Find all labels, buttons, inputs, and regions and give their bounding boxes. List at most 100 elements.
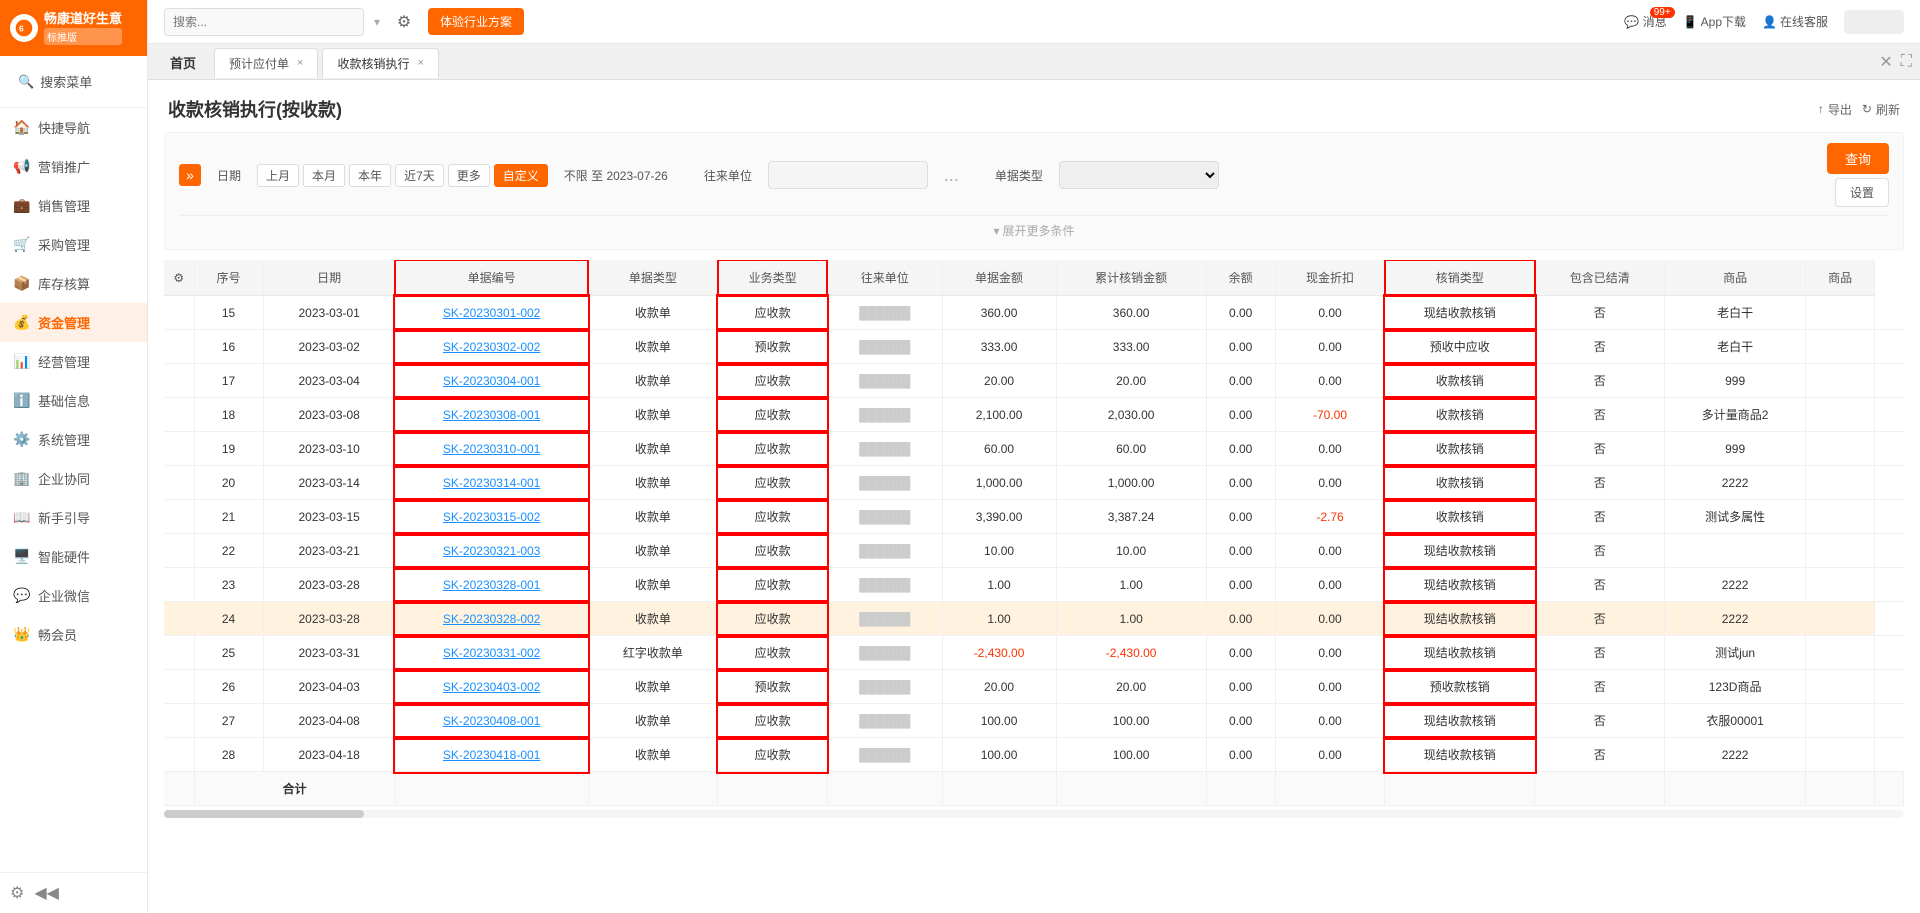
sidebar-item-hardware[interactable]: 🖥️ 智能硬件 (0, 537, 147, 576)
table-container: ⚙ 序号 日期 单据编号 单据类型 业务类型 往来单位 单据金额 累计核销金额 … (164, 260, 1904, 806)
table-cell: 收款单 (588, 500, 718, 534)
table-cell: 应收款 (718, 398, 828, 432)
table-cell: -70.00 (1275, 398, 1385, 432)
date-btn-7days[interactable]: 近7天 (395, 164, 444, 187)
message-btn[interactable]: 💬 消息 99+ (1624, 13, 1666, 30)
table-cell: 应收款 (718, 568, 828, 602)
sidebar-item-wechat[interactable]: 💬 企业微信 (0, 576, 147, 615)
collapse-icon[interactable]: ◀◀ (34, 883, 59, 903)
table-cell[interactable]: SK-20230315-002 (395, 500, 588, 534)
industry-btn[interactable]: 体验行业方案 (428, 8, 524, 35)
date-btn-this-year[interactable]: 本年 (349, 164, 391, 187)
table-cell (164, 670, 194, 704)
table-cell[interactable]: SK-20230328-002 (395, 602, 588, 636)
sidebar-item-basic-info[interactable]: ℹ️ 基础信息 (0, 381, 147, 420)
table-cell (164, 364, 194, 398)
sidebar-item-finance[interactable]: 💰 资金管理 (0, 303, 147, 342)
sidebar-item-purchase[interactable]: 🛒 采购管理 (0, 225, 147, 264)
table-scrollbar[interactable] (164, 810, 1904, 818)
table-cell[interactable]: SK-20230304-001 (395, 364, 588, 398)
sidebar-item-member[interactable]: 👑 畅会员 (0, 615, 147, 654)
topbar-gear-icon[interactable]: ⚙ (390, 8, 418, 36)
table-cell[interactable]: SK-20230310-001 (395, 432, 588, 466)
table-cell: 应收款 (718, 364, 828, 398)
expand-more-link[interactable]: ▾ 展开更多条件 (993, 222, 1074, 239)
table-cell: 0.00 (1206, 670, 1275, 704)
tab-collection-exec-close[interactable]: × (417, 57, 423, 69)
table-cell[interactable]: SK-20230308-001 (395, 398, 588, 432)
footer-cell (164, 772, 194, 806)
table-cell: ██████ (827, 432, 942, 466)
table-row: 242023-03-28SK-20230328-002收款单应收款██████1… (164, 602, 1904, 636)
close-all-tabs-icon[interactable]: ✕ (1879, 52, 1892, 72)
table-cell[interactable]: SK-20230301-002 (395, 296, 588, 330)
topbar-dropdown-icon[interactable]: ▾ (374, 15, 380, 29)
table-cell[interactable]: SK-20230331-002 (395, 636, 588, 670)
tab-home[interactable]: 首页 (156, 47, 210, 78)
settings-btn[interactable]: 设置 (1835, 178, 1889, 207)
partner-filter-input[interactable] (768, 161, 928, 189)
maximize-icon[interactable]: ⛶ (1901, 53, 1912, 71)
table-cell[interactable]: SK-20230408-001 (395, 704, 588, 738)
table-cell: 测试jun (1665, 636, 1806, 670)
table-cell (1806, 466, 1875, 500)
sidebar-item-system[interactable]: ⚙️ 系统管理 (0, 420, 147, 459)
date-btn-this-month[interactable]: 本月 (303, 164, 345, 187)
table-cell[interactable]: SK-20230403-002 (395, 670, 588, 704)
tab-prepayment[interactable]: 预计应付单 × (214, 48, 318, 78)
table-cell[interactable]: SK-20230302-002 (395, 330, 588, 364)
table-cell: 现结收款核销 (1385, 704, 1535, 738)
table-cell[interactable]: SK-20230418-001 (395, 738, 588, 772)
table-cell: 21 (194, 500, 263, 534)
sidebar-item-marketing[interactable]: 📢 营销推广 (0, 147, 147, 186)
sidebar-item-quick-nav[interactable]: 🏠 快捷导航 (0, 108, 147, 147)
query-btn[interactable]: 查询 (1827, 143, 1889, 174)
refresh-btn[interactable]: ↻ 刷新 (1862, 101, 1900, 118)
table-cell: 19 (194, 432, 263, 466)
search-menu-item[interactable]: 🔍 搜索菜单 (8, 64, 139, 99)
table-cell: 红字收款单 (588, 636, 718, 670)
date-btn-more[interactable]: 更多 (448, 164, 490, 187)
app-download-btn[interactable]: 📱 App下载 (1683, 13, 1746, 30)
table-cell: 20.00 (1056, 670, 1206, 704)
table-cell: 收款单 (588, 466, 718, 500)
sidebar-item-sales[interactable]: 💼 销售管理 (0, 186, 147, 225)
table-cell: 0.00 (1206, 432, 1275, 466)
sidebar-item-corp[interactable]: 🏢 企业协同 (0, 459, 147, 498)
table-scrollbar-thumb[interactable] (164, 810, 364, 818)
table-cell: 0.00 (1275, 738, 1385, 772)
table-cell: 0.00 (1275, 568, 1385, 602)
table-cell: 收款核销 (1385, 398, 1535, 432)
filter-expand-btn[interactable]: » (179, 164, 201, 186)
slip-type-filter-select[interactable] (1059, 161, 1219, 189)
wechat-icon: 💬 (14, 588, 30, 604)
topbar-search-input[interactable] (164, 8, 364, 36)
tab-collection-exec[interactable]: 收款核销执行 × (322, 48, 438, 78)
table-cell: 360.00 (942, 296, 1056, 330)
table-cell[interactable]: SK-20230328-001 (395, 568, 588, 602)
table-cell: 0.00 (1275, 330, 1385, 364)
sidebar-item-inventory[interactable]: 📦 库存核算 (0, 264, 147, 303)
table-row: 222023-03-21SK-20230321-003收款单应收款██████1… (164, 534, 1904, 568)
footer-cell (1875, 772, 1904, 806)
table-cell[interactable]: SK-20230321-003 (395, 534, 588, 568)
sidebar-item-operations[interactable]: 📊 经营管理 (0, 342, 147, 381)
export-btn[interactable]: ↑ 导出 (1818, 101, 1852, 118)
online-service-btn[interactable]: 👤 在线客服 (1762, 13, 1828, 30)
date-btn-last-month[interactable]: 上月 (257, 164, 299, 187)
date-btn-custom[interactable]: 自定义 (494, 164, 548, 187)
sidebar-item-guide[interactable]: 📖 新手引导 (0, 498, 147, 537)
table-row: 162023-03-02SK-20230302-002收款单预收款██████3… (164, 330, 1904, 364)
user-avatar[interactable] (1844, 10, 1904, 34)
filter-dots[interactable]: ... (944, 165, 959, 186)
settings-bottom-icon[interactable]: ⚙ (10, 883, 24, 903)
th-gear[interactable]: ⚙ (164, 260, 194, 296)
finance-icon: 💰 (14, 315, 30, 331)
table-cell: ██████ (827, 738, 942, 772)
table-cell: 2023-04-08 (263, 704, 395, 738)
table-cell: 3,390.00 (942, 500, 1056, 534)
table-cell[interactable]: SK-20230314-001 (395, 466, 588, 500)
tab-prepayment-close[interactable]: × (297, 57, 303, 69)
table-cell: 24 (194, 602, 263, 636)
table-cell: 预收款 (718, 330, 828, 364)
